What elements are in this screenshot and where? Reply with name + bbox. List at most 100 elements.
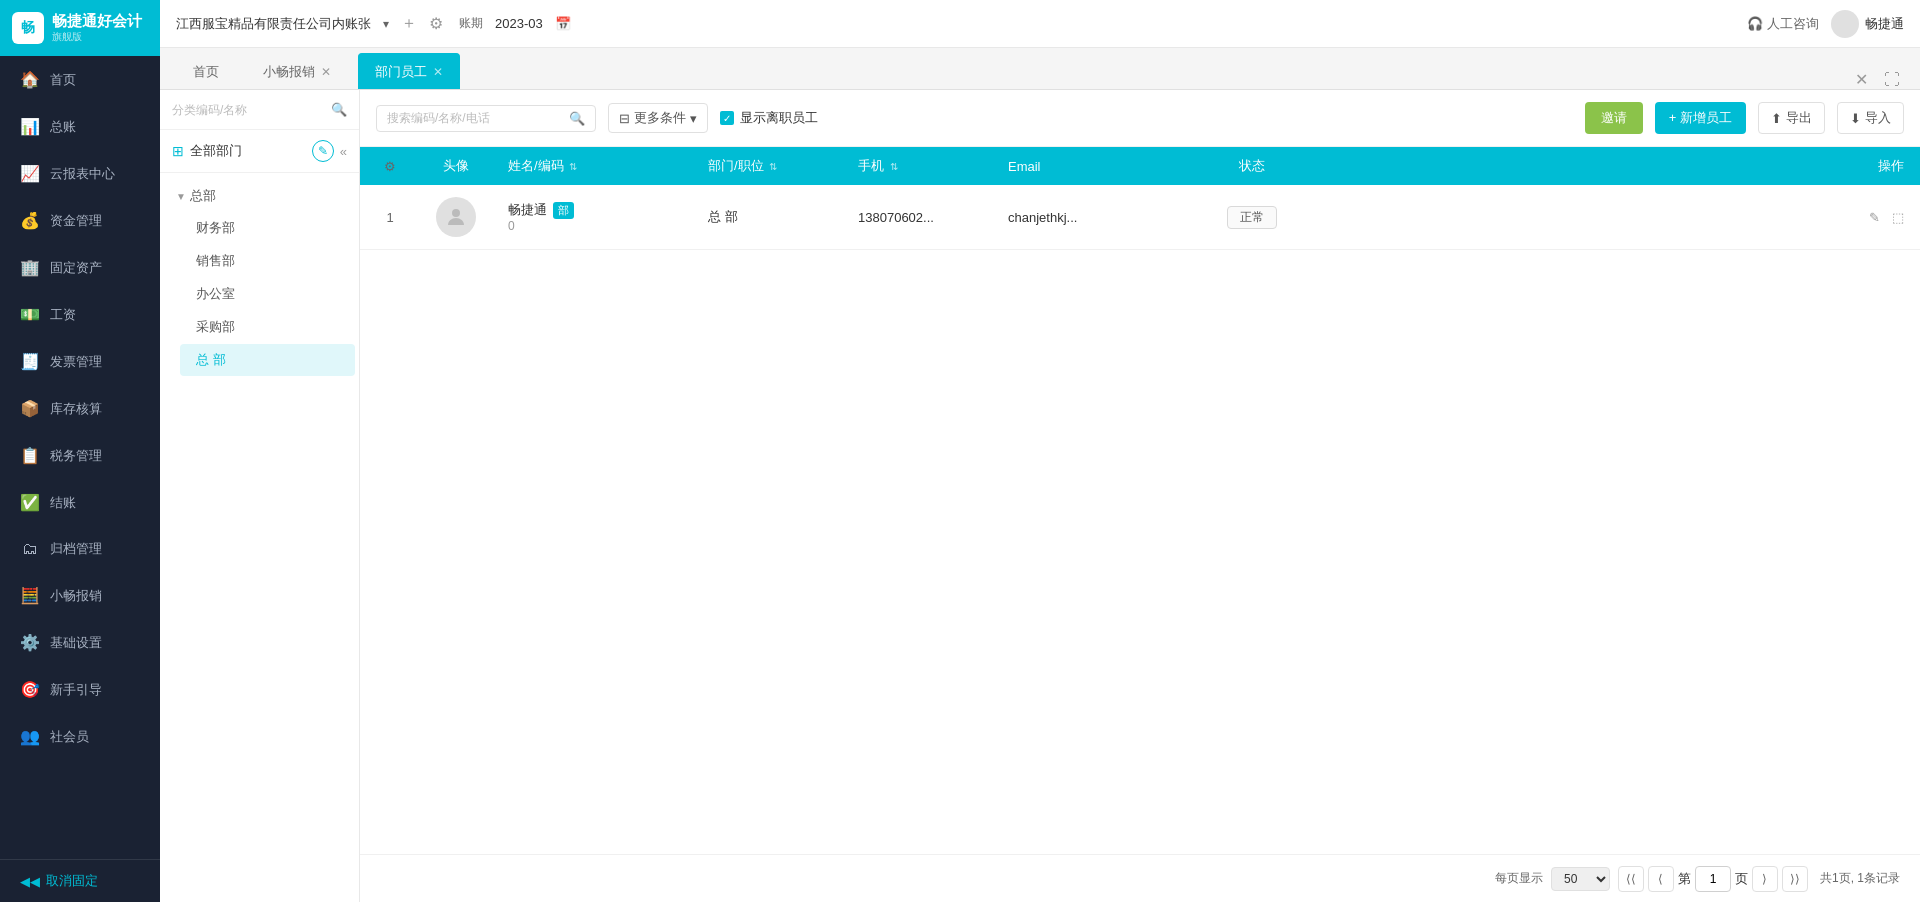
page-last-button[interactable]: ⟩⟩ <box>1782 866 1808 892</box>
sidebar-item-funds[interactable]: 💰 资金管理 <box>0 197 160 244</box>
sidebar-item-inventory[interactable]: 📦 库存核算 <box>0 385 160 432</box>
department-panel: 🔍 ⊞ 全部部门 ✎ « ▼ 总部 财务部 销售部 办公室 <box>160 90 360 902</box>
status-badge: 正常 <box>1227 206 1277 229</box>
row-name: 畅捷通 部 0 <box>492 185 692 250</box>
add-employee-button[interactable]: + 新增员工 <box>1655 102 1746 134</box>
page-first-button[interactable]: ⟨⟨ <box>1618 866 1644 892</box>
dept-sort-icon: ⇅ <box>769 161 777 172</box>
sidebar-label-expense: 小畅报销 <box>50 587 102 605</box>
close-expense-tab-icon[interactable]: ✕ <box>321 65 331 79</box>
settings-button[interactable]: ⚙ <box>429 14 443 33</box>
close-tab-button[interactable]: ✕ <box>1851 70 1872 89</box>
export-button[interactable]: ⬆ 导出 <box>1758 102 1825 134</box>
invite-button[interactable]: 邀请 <box>1585 102 1643 134</box>
dept-collapse-icon[interactable]: « <box>340 144 347 159</box>
dept-search-icon[interactable]: 🔍 <box>331 102 347 117</box>
sidebar-label-more: 社会员 <box>50 728 89 746</box>
settings-icon: ⚙️ <box>20 633 40 652</box>
row-avatar <box>420 185 492 250</box>
th-email-label: Email <box>1008 159 1041 174</box>
page-prev-button[interactable]: ⟨ <box>1648 866 1674 892</box>
th-phone[interactable]: 手机 ⇅ <box>842 147 992 185</box>
show-resigned-toggle[interactable]: ✓ 显示离职员工 <box>720 109 818 127</box>
sidebar-item-more[interactable]: 👥 社会员 <box>0 713 160 760</box>
th-settings[interactable]: ⚙ <box>360 147 420 185</box>
sidebar-item-checkout[interactable]: ✅ 结账 <box>0 479 160 526</box>
sidebar-item-tax[interactable]: 📋 税务管理 <box>0 432 160 479</box>
import-label: 导入 <box>1865 109 1891 127</box>
more-filters-button[interactable]: ⊟ 更多条件 ▾ <box>608 103 708 133</box>
sidebar-item-guide[interactable]: 🎯 新手引导 <box>0 666 160 713</box>
table-row: 1 畅捷通 部 0 <box>360 185 1920 250</box>
company-name: 江西服宝精品有限责任公司内账张 <box>176 15 371 33</box>
sidebar-item-assets[interactable]: 🏢 固定资产 <box>0 244 160 291</box>
sidebar-item-home[interactable]: 🏠 首页 <box>0 56 160 103</box>
sidebar-item-ledger[interactable]: 📊 总账 <box>0 103 160 150</box>
filter-label: 更多条件 <box>634 109 686 127</box>
row-email: chanjethkj... <box>992 185 1192 250</box>
sidebar-item-reports[interactable]: 📈 云报表中心 <box>0 150 160 197</box>
employee-search-input[interactable] <box>387 111 563 125</box>
tax-icon: 📋 <box>20 446 40 465</box>
dept-item-sales[interactable]: 销售部 <box>180 245 355 277</box>
sidebar-label-reports: 云报表中心 <box>50 165 115 183</box>
th-name-label: 姓名/编码 <box>508 158 564 173</box>
logo-edition: 旗舰版 <box>52 30 142 44</box>
dept-edit-icon[interactable]: ✎ <box>312 140 334 162</box>
sidebar-item-payroll[interactable]: 💵 工资 <box>0 291 160 338</box>
th-dept[interactable]: 部门/职位 ⇅ <box>692 147 842 185</box>
page-input[interactable] <box>1695 866 1731 892</box>
tab-department[interactable]: 部门员工 ✕ <box>358 53 460 89</box>
service-button[interactable]: 🎧 人工咨询 <box>1747 15 1819 33</box>
logo-icon: 畅 <box>12 12 44 44</box>
page-current: 第 页 <box>1678 866 1748 892</box>
funds-icon: 💰 <box>20 211 40 230</box>
archive-icon: 🗂 <box>20 540 40 558</box>
expand-arrow-icon: ▼ <box>176 191 186 202</box>
dept-group-label-headquarters[interactable]: ▼ 总部 <box>160 181 359 211</box>
sidebar-item-invoices[interactable]: 🧾 发票管理 <box>0 338 160 385</box>
row-num: 1 <box>360 185 420 250</box>
calendar-icon[interactable]: 📅 <box>555 16 571 31</box>
close-department-tab-icon[interactable]: ✕ <box>433 65 443 79</box>
unpin-icon: ◀◀ <box>20 874 40 889</box>
dept-header: ⊞ 全部部门 ✎ « <box>160 130 359 173</box>
pagination: 每页显示 50 100 200 ⟨⟨ ⟨ 第 页 ⟩ ⟩⟩ <box>360 854 1920 902</box>
row-status: 正常 <box>1192 185 1312 250</box>
service-label: 人工咨询 <box>1767 15 1819 33</box>
dept-item-office[interactable]: 办公室 <box>180 278 355 310</box>
page-next-button[interactable]: ⟩ <box>1752 866 1778 892</box>
table-header-row: ⚙ 头像 姓名/编码 ⇅ 部门/职位 ⇅ <box>360 147 1920 185</box>
period-value: 2023-03 <box>495 16 543 31</box>
dept-search-input[interactable] <box>172 103 325 117</box>
tab-home[interactable]: 首页 <box>176 53 236 89</box>
company-dropdown-icon[interactable]: ▾ <box>383 17 389 31</box>
dept-item-finance[interactable]: 财务部 <box>180 212 355 244</box>
sidebar-label-archive: 归档管理 <box>50 540 102 558</box>
page-size-select[interactable]: 50 100 200 <box>1551 867 1610 891</box>
edit-employee-icon[interactable]: ✎ <box>1869 210 1880 225</box>
dept-item-headquarters[interactable]: 总 部 <box>180 344 355 376</box>
employee-search-icon[interactable]: 🔍 <box>569 111 585 126</box>
employee-table-container: ⚙ 头像 姓名/编码 ⇅ 部门/职位 ⇅ <box>360 147 1920 854</box>
page-total: 共1页, 1条记录 <box>1820 870 1900 887</box>
show-resigned-checkbox[interactable]: ✓ <box>720 111 734 125</box>
th-name[interactable]: 姓名/编码 ⇅ <box>492 147 692 185</box>
table-settings-icon[interactable]: ⚙ <box>384 159 396 174</box>
unpin-button[interactable]: ◀◀ 取消固定 <box>0 859 160 902</box>
sidebar-label-assets: 固定资产 <box>50 259 102 277</box>
maximize-tab-button[interactable]: ⛶ <box>1880 71 1904 89</box>
add-company-button[interactable]: ＋ <box>401 13 417 34</box>
import-button[interactable]: ⬇ 导入 <box>1837 102 1904 134</box>
tab-expense[interactable]: 小畅报销 ✕ <box>246 53 348 89</box>
dept-item-purchase[interactable]: 采购部 <box>180 311 355 343</box>
content: 🔍 ⊞ 全部部门 ✎ « ▼ 总部 财务部 销售部 办公室 <box>160 90 1920 902</box>
user-menu[interactable]: 畅捷通 <box>1831 10 1904 38</box>
name-sort-icon: ⇅ <box>569 161 577 172</box>
sidebar-item-expense[interactable]: 🧮 小畅报销 <box>0 572 160 619</box>
sidebar-item-settings[interactable]: ⚙️ 基础设置 <box>0 619 160 666</box>
page-prefix: 第 <box>1678 870 1691 888</box>
logout-employee-icon[interactable]: ⬚ <box>1892 210 1904 225</box>
sidebar-item-archive[interactable]: 🗂 归档管理 <box>0 526 160 572</box>
show-resigned-label: 显示离职员工 <box>740 109 818 127</box>
